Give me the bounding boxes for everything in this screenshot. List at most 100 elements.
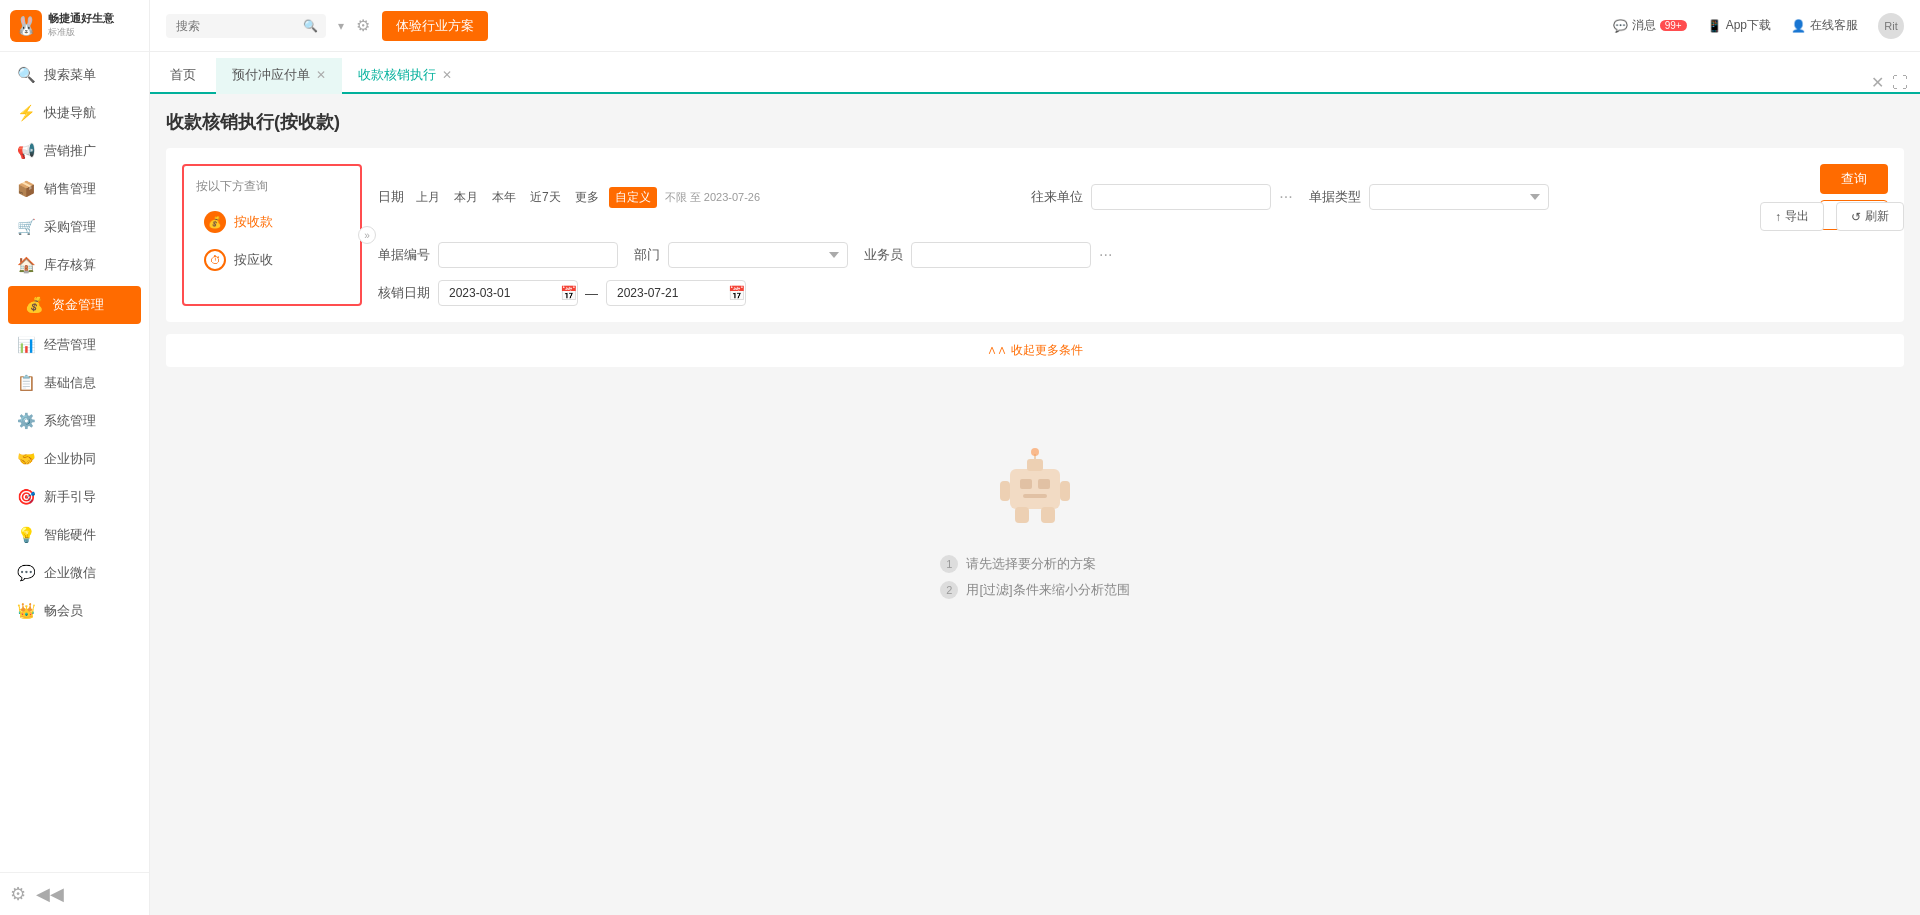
svg-rect-1 bbox=[1020, 479, 1032, 489]
tab-home[interactable]: 首页 bbox=[150, 58, 216, 94]
docno-input[interactable] bbox=[438, 242, 618, 268]
filter-option-by-receipt[interactable]: 💰 按收款 bbox=[196, 205, 348, 239]
doctype-field: 单据类型 bbox=[1309, 184, 1549, 210]
topbar-dropdown-icon[interactable]: ▾ bbox=[338, 19, 344, 33]
verify-date-end-wrap: 📅 bbox=[606, 280, 745, 306]
docno-field: 单据编号 bbox=[378, 242, 618, 268]
date-custom[interactable]: 自定义 bbox=[609, 187, 657, 208]
tab-prepay-label: 预付冲应付单 bbox=[232, 66, 310, 84]
sidebar-item-operations[interactable]: 📊 经营管理 bbox=[0, 326, 149, 364]
collapse-more-label: 收起更多条件 bbox=[1011, 343, 1083, 357]
sidebar-item-basicinfo[interactable]: 📋 基础信息 bbox=[0, 364, 149, 402]
filter-row-3: 核销日期 📅 — 📅 bbox=[378, 280, 1888, 306]
tip-num-2: 2 bbox=[940, 581, 958, 599]
verify-date-start-input[interactable] bbox=[438, 280, 578, 306]
enterprise-icon: 🤝 bbox=[16, 450, 36, 468]
topbar-search-input[interactable] bbox=[166, 14, 326, 38]
sidebar-item-member[interactable]: 👑 畅会员 bbox=[0, 592, 149, 630]
finance-icon: 💰 bbox=[24, 296, 44, 314]
sidebar-item-search[interactable]: 🔍 搜索菜单 bbox=[0, 56, 149, 94]
sidebar-item-marketing[interactable]: 📢 营销推广 bbox=[0, 132, 149, 170]
svg-rect-7 bbox=[1000, 481, 1010, 501]
industry-btn[interactable]: 体验行业方案 bbox=[382, 11, 488, 41]
tab-verify-close-icon[interactable]: ✕ bbox=[442, 68, 452, 82]
filter-collapse-btn[interactable]: » bbox=[358, 226, 376, 244]
filter-row-1: 日期 上月 本月 本年 近7天 更多 自定义 不限 至 2023-07-26 bbox=[378, 164, 1888, 230]
page-title: 收款核销执行(按收款) bbox=[166, 110, 1904, 134]
online-service-btn[interactable]: 👤 在线客服 bbox=[1791, 17, 1858, 34]
svg-rect-9 bbox=[1015, 507, 1029, 523]
date-this-year[interactable]: 本年 bbox=[488, 187, 520, 208]
tab-prepay[interactable]: 预付冲应付单 ✕ bbox=[216, 58, 342, 94]
sidebar-item-enterprise[interactable]: 🤝 企业协同 bbox=[0, 440, 149, 478]
sidebar-label-operations: 经营管理 bbox=[44, 336, 96, 354]
settings-bottom-icon[interactable]: ⚙ bbox=[10, 883, 26, 905]
sidebar-item-purchase[interactable]: 🛒 采购管理 bbox=[0, 208, 149, 246]
verify-date-start-cal-icon[interactable]: 📅 bbox=[560, 285, 577, 301]
member-icon: 👑 bbox=[16, 602, 36, 620]
date-this-month[interactable]: 本月 bbox=[450, 187, 482, 208]
staff-more-icon[interactable]: ··· bbox=[1099, 246, 1112, 264]
sidebar-label-hardware: 智能硬件 bbox=[44, 526, 96, 544]
sidebar-item-weixin[interactable]: 💬 企业微信 bbox=[0, 554, 149, 592]
sidebar-item-system[interactable]: ⚙️ 系统管理 bbox=[0, 402, 149, 440]
system-icon: ⚙️ bbox=[16, 412, 36, 430]
sidebar-label-member: 畅会员 bbox=[44, 602, 83, 620]
counterparty-input[interactable] bbox=[1091, 184, 1271, 210]
empty-illustration bbox=[985, 439, 1085, 539]
filter-left-title: 按以下方查询 bbox=[196, 178, 348, 195]
sidebar-item-guide[interactable]: 🎯 新手引导 bbox=[0, 478, 149, 516]
sidebar-label-purchase: 采购管理 bbox=[44, 218, 96, 236]
date-label: 日期 bbox=[378, 188, 404, 206]
sidebar-item-hardware[interactable]: 💡 智能硬件 bbox=[0, 516, 149, 554]
tab-expand-icon[interactable]: ⛶ bbox=[1892, 74, 1908, 92]
dept-field: 部门 bbox=[634, 242, 848, 268]
tab-close-all-icon[interactable]: ✕ bbox=[1871, 73, 1884, 92]
date-last-month[interactable]: 上月 bbox=[412, 187, 444, 208]
verify-date-label: 核销日期 bbox=[378, 284, 430, 302]
message-btn[interactable]: 💬 消息 99+ bbox=[1613, 17, 1687, 34]
inventory-icon: 🏠 bbox=[16, 256, 36, 274]
tab-verify[interactable]: 收款核销执行 ✕ bbox=[342, 58, 468, 94]
refresh-btn[interactable]: ↺ 刷新 bbox=[1836, 202, 1904, 231]
sidebar-bottom: ⚙ ◀◀ bbox=[0, 872, 149, 915]
tab-prepay-close-icon[interactable]: ✕ bbox=[316, 68, 326, 82]
collapse-more-btn[interactable]: ∧∧ 收起更多条件 bbox=[166, 334, 1904, 367]
filter-option-receipt-label: 按收款 bbox=[234, 213, 273, 231]
counterparty-field: 往来单位 ··· bbox=[1031, 184, 1292, 210]
export-btn[interactable]: ↑ 导出 bbox=[1760, 202, 1824, 231]
sidebar-item-sales[interactable]: 📦 销售管理 bbox=[0, 170, 149, 208]
topbar-search-icon: 🔍 bbox=[303, 19, 318, 33]
date-shortcuts: 上月 本月 本年 近7天 更多 自定义 bbox=[412, 187, 657, 208]
counterparty-more-icon[interactable]: ··· bbox=[1279, 188, 1292, 206]
sidebar-label-basicinfo: 基础信息 bbox=[44, 374, 96, 392]
sidebar-item-quicknav[interactable]: ⚡ 快捷导航 bbox=[0, 94, 149, 132]
topbar-gear-icon[interactable]: ⚙ bbox=[356, 16, 370, 35]
docno-label: 单据编号 bbox=[378, 246, 430, 264]
sidebar-item-finance[interactable]: 💰 资金管理 bbox=[8, 286, 141, 324]
online-service-label: 在线客服 bbox=[1810, 17, 1858, 34]
service-icon: 👤 bbox=[1791, 19, 1806, 33]
app-download-btn[interactable]: 📱 App下载 bbox=[1707, 17, 1771, 34]
tabbar-actions: ✕ ⛶ bbox=[1859, 73, 1920, 92]
filter-option-by-receivable[interactable]: ⏱ 按应收 bbox=[196, 243, 348, 277]
svg-rect-8 bbox=[1060, 481, 1070, 501]
verify-date-end-input[interactable] bbox=[606, 280, 746, 306]
sidebar-item-inventory[interactable]: 🏠 库存核算 bbox=[0, 246, 149, 284]
search-wrap: 🔍 bbox=[166, 14, 326, 38]
date-7days[interactable]: 近7天 bbox=[526, 187, 565, 208]
staff-input[interactable] bbox=[911, 242, 1091, 268]
user-area[interactable]: Rit bbox=[1878, 13, 1904, 39]
date-more[interactable]: 更多 bbox=[571, 187, 603, 208]
collapse-sidebar-icon[interactable]: ◀◀ bbox=[36, 883, 64, 905]
dept-select[interactable] bbox=[668, 242, 848, 268]
empty-tip-1: 1 请先选择要分析的方案 bbox=[940, 555, 1129, 573]
date-field: 日期 上月 本月 本年 近7天 更多 自定义 不限 至 2023-07-26 bbox=[378, 187, 760, 208]
doctype-select[interactable] bbox=[1369, 184, 1549, 210]
query-btn[interactable]: 查询 bbox=[1820, 164, 1888, 194]
app-logo: 🐰 畅捷通好生意 标准版 bbox=[0, 0, 149, 52]
purchase-icon: 🛒 bbox=[16, 218, 36, 236]
verify-date-end-cal-icon[interactable]: 📅 bbox=[728, 285, 745, 301]
filter-panel: 按以下方查询 💰 按收款 ⏱ 按应收 » bbox=[166, 148, 1904, 322]
sidebar-label-search: 搜索菜单 bbox=[44, 66, 96, 84]
